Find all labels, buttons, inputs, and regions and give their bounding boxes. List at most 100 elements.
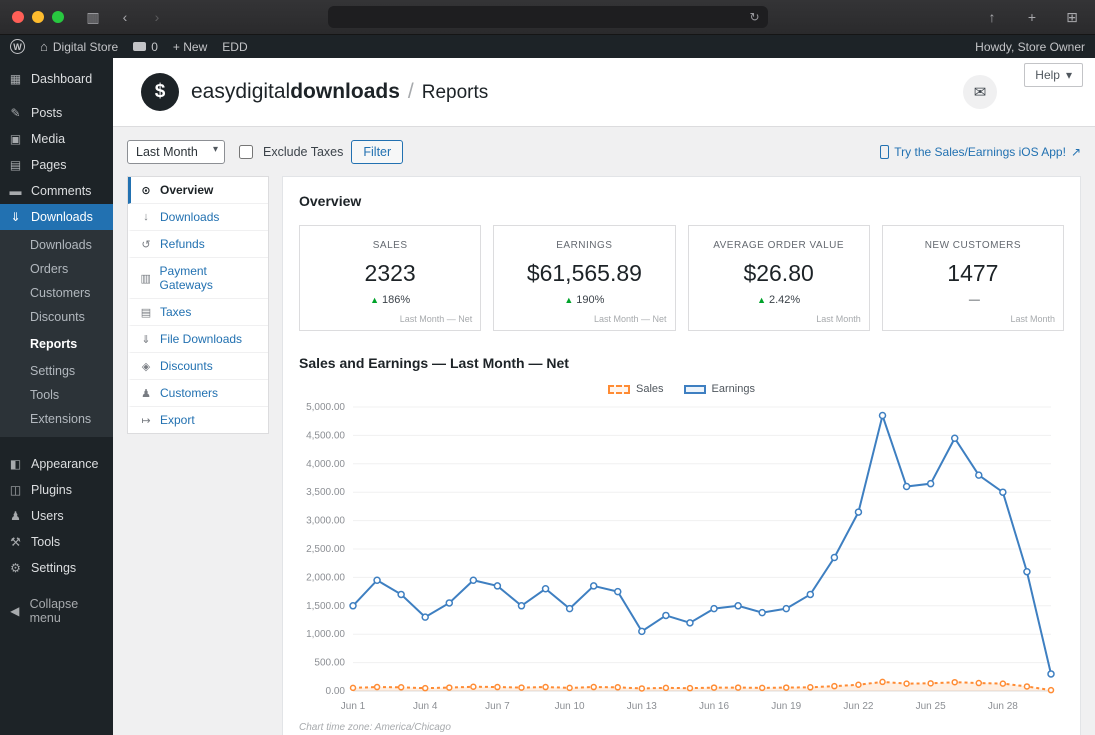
tab-overview[interactable]: ⊙ Overview (128, 177, 268, 204)
date-range-select[interactable]: Last Month (127, 140, 225, 164)
tab-customers[interactable]: ♟ Customers (128, 380, 268, 407)
legend-label: Earnings (711, 383, 755, 395)
card-title: SALES (372, 240, 408, 251)
tab-refunds[interactable]: ↺ Refunds (128, 231, 268, 258)
exclude-taxes-checkbox[interactable] (239, 145, 253, 159)
submenu-item-discounts[interactable]: Discounts (0, 305, 113, 329)
tab-discounts[interactable]: ◈ Discounts (128, 353, 268, 380)
address-bar[interactable]: ↻ (327, 6, 768, 28)
appearance-icon: ◧ (9, 457, 22, 471)
sidebar-item-downloads[interactable]: ⇓ Downloads (0, 204, 113, 230)
card-change: ▲ 186% (308, 294, 472, 306)
sidebar-item-posts[interactable]: ✎ Posts (0, 100, 113, 126)
sidebar-item-settings[interactable]: ⚙ Settings (0, 555, 113, 581)
submenu-item-reports[interactable]: Reports (0, 329, 121, 359)
sidebar-item-comments[interactable]: ▬ Comments (0, 178, 113, 204)
new-tab-icon[interactable]: + (1021, 9, 1043, 26)
svg-text:Jun 25: Jun 25 (916, 701, 946, 712)
sales-earnings-chart: 0.00 500.00 1,000.00 1,500.00 2,000.00 2,500.… (306, 402, 1055, 712)
account-menu[interactable]: Howdy, Store Owner (975, 40, 1085, 54)
sidebar-item-label: Posts (31, 106, 63, 120)
sidebar-item-pages[interactable]: ▤ Pages (0, 152, 113, 178)
sidebar-item-plugins[interactable]: ◫ Plugins (0, 477, 113, 503)
sidebar-item-media[interactable]: ▣ Media (0, 126, 113, 152)
menu-separator (0, 437, 113, 451)
collapse-menu-button[interactable]: ◀ Collapse menu (0, 591, 113, 631)
sidebar-item-label: Comments (31, 184, 92, 198)
tab-downloads[interactable]: ↓ Downloads (128, 204, 268, 231)
tab-export[interactable]: ↦ Export (128, 407, 268, 433)
submenu-item-tools[interactable]: Tools (0, 383, 113, 407)
sidebar-item-label: Collapse menu (29, 597, 79, 625)
tab-taxes[interactable]: ▤ Taxes (128, 299, 268, 326)
sidebar-item-dashboard[interactable]: ▦ Dashboard (0, 66, 113, 92)
svg-text:Jun 4: Jun 4 (413, 701, 438, 712)
new-content-label: + New (172, 39, 208, 54)
stat-card-sales: SALES 2323 ▲ 186% Last Month — Net (299, 225, 482, 331)
submenu-item-extensions[interactable]: Extensions (0, 407, 113, 431)
back-icon[interactable]: ‹ (114, 9, 136, 25)
svg-text:5,000.00: 5,000.00 (306, 402, 345, 413)
card-change-value: — (968, 294, 980, 306)
overview-heading: Overview (299, 193, 362, 209)
card-change: — (891, 294, 1055, 306)
tab-payment-gateways[interactable]: ▥ Payment Gateways (128, 258, 268, 299)
site-name-menu[interactable]: ⌂ Digital Store (40, 39, 118, 54)
wordpress-icon: W (10, 39, 25, 54)
card-title: AVERAGE ORDER VALUE (713, 240, 845, 251)
ios-app-link[interactable]: Try the Sales/Earnings iOS App! ↗ (880, 145, 1081, 159)
sidebar-toggle-icon[interactable]: ▥ (82, 9, 104, 26)
submenu-item-downloads[interactable]: Downloads (0, 233, 113, 257)
svg-text:2,500.00: 2,500.00 (306, 544, 345, 555)
svg-text:2,000.00: 2,000.00 (306, 572, 345, 583)
brand-regular: easydigital (191, 80, 291, 103)
sidebar-item-users[interactable]: ♟ Users (0, 503, 113, 529)
help-label: Help (1035, 68, 1060, 82)
close-button[interactable] (12, 11, 24, 23)
svg-text:500.00: 500.00 (314, 658, 345, 669)
tab-label: File Downloads (160, 332, 243, 346)
card-change: ▲ 2.42% (697, 294, 861, 306)
wp-logo-menu[interactable]: W (10, 39, 25, 54)
filter-bar: Last Month ▾ Exclude Taxes Filter Try th… (113, 127, 1095, 176)
mail-button[interactable]: ✉ (963, 75, 997, 109)
card-title: NEW CUSTOMERS (924, 240, 1022, 251)
card-title: EARNINGS (556, 240, 613, 251)
tab-overview-icon[interactable]: ⊞ (1061, 9, 1083, 26)
svg-text:Jun 19: Jun 19 (771, 701, 801, 712)
submenu-item-settings[interactable]: Settings (0, 359, 113, 383)
submenu-item-customers[interactable]: Customers (0, 281, 113, 305)
legend-item-sales[interactable]: Sales (608, 383, 664, 395)
site-name-label: Digital Store (52, 39, 119, 54)
stat-cards: SALES 2323 ▲ 186% Last Month — Net EARNIN… (299, 225, 1064, 331)
reload-icon[interactable]: ↻ (749, 10, 759, 24)
tab-file-downloads[interactable]: ⇓ File Downloads (128, 326, 268, 353)
refunds-icon: ↺ (141, 238, 151, 251)
legend-item-earnings[interactable]: Earnings (683, 383, 755, 395)
svg-text:4,000.00: 4,000.00 (306, 459, 345, 470)
forward-icon[interactable]: › (146, 9, 168, 25)
edd-admin-menu[interactable]: EDD (222, 40, 247, 54)
svg-text:4,500.00: 4,500.00 (306, 430, 345, 441)
tools-icon: ⚒ (10, 535, 21, 549)
sales-swatch-icon (608, 384, 631, 394)
comments-menu[interactable]: 0 (133, 40, 158, 54)
svg-text:Jun 28: Jun 28 (988, 701, 1018, 712)
new-content-menu[interactable]: + New (173, 40, 207, 54)
downloads-icon: ↓ (143, 211, 149, 223)
stat-card-average-order-value: AVERAGE ORDER VALUE $26.80 ▲ 2.42% Last M… (687, 225, 870, 331)
tab-label: Payment Gateways (159, 264, 213, 292)
home-icon: ⌂ (40, 39, 48, 54)
sidebar-item-tools[interactable]: ⚒ Tools (0, 529, 113, 555)
sidebar-item-appearance[interactable]: ◧ Appearance (0, 451, 113, 477)
minimize-button[interactable] (32, 11, 44, 23)
plugins-icon: ◫ (9, 483, 22, 497)
help-button[interactable]: Help ▾ (1024, 63, 1083, 87)
fullscreen-button[interactable] (52, 11, 64, 23)
browser-toolbar-right: ↑ + ⊞ (981, 9, 1083, 26)
submenu-item-orders[interactable]: Orders (0, 257, 113, 281)
filter-button[interactable]: Filter (351, 140, 404, 164)
window-controls (12, 11, 64, 23)
card-change-value: 2.42% (768, 294, 801, 306)
share-icon[interactable]: ↑ (981, 9, 1003, 26)
